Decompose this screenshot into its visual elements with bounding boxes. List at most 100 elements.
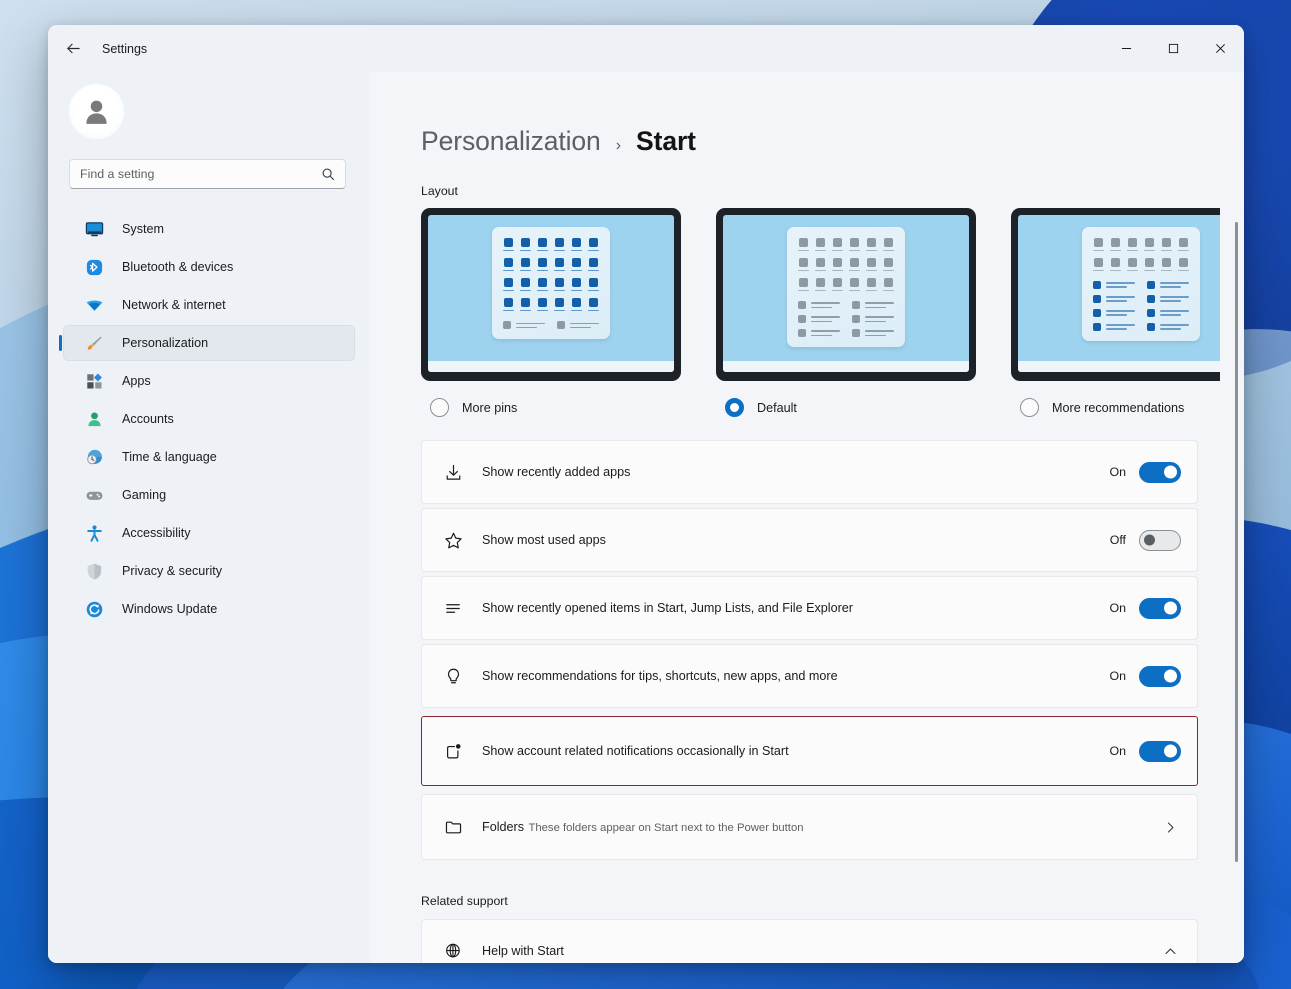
- maximize-button[interactable]: [1150, 25, 1197, 72]
- toggle-switch[interactable]: [1139, 741, 1181, 762]
- folders-title: Folders: [482, 820, 524, 834]
- sidebar-item-gaming[interactable]: Gaming: [63, 477, 355, 513]
- toggle-group[interactable]: Off: [1106, 530, 1181, 551]
- sidebar-item-windows-update[interactable]: Windows Update: [63, 591, 355, 627]
- setting-title: Show recommendations for tips, shortcuts…: [482, 669, 838, 683]
- radio-label: More recommendations: [1052, 401, 1184, 415]
- avatar[interactable]: [69, 84, 124, 139]
- search-box[interactable]: [69, 159, 346, 189]
- layout-option-default[interactable]: Default: [716, 208, 976, 417]
- setting-title: Show recently opened items in Start, Jum…: [482, 601, 853, 615]
- account-person-icon: [81, 406, 107, 432]
- toggle-switch[interactable]: [1139, 462, 1181, 483]
- setting-row-account-notifications[interactable]: Show account related notifications occas…: [421, 716, 1198, 786]
- content-pane: Personalization › Start Layout: [370, 72, 1244, 963]
- sidebar-item-label: Windows Update: [122, 602, 217, 616]
- setting-row-recently-added-apps[interactable]: Show recently added apps On: [421, 440, 1198, 504]
- sidebar-item-label: Personalization: [122, 336, 208, 350]
- layout-radio-more-pins[interactable]: More pins: [421, 398, 681, 417]
- layout-section-label: Layout: [421, 184, 1198, 198]
- layout-preview-monitor[interactable]: [421, 208, 681, 381]
- toggle-state-label: On: [1106, 744, 1126, 758]
- search-input[interactable]: [80, 167, 321, 181]
- settings-window: Settings: [48, 25, 1244, 963]
- content-scroll-area: Personalization › Start Layout: [421, 72, 1220, 963]
- update-refresh-icon: [81, 596, 107, 622]
- radio-button[interactable]: [725, 398, 744, 417]
- window-controls: [1103, 25, 1244, 72]
- star-icon: [440, 527, 466, 553]
- close-button[interactable]: [1197, 25, 1244, 72]
- scrollbar[interactable]: [1235, 192, 1238, 953]
- title-bar: Settings: [48, 25, 1244, 72]
- setting-title: Show recently added apps: [482, 465, 630, 479]
- sidebar-item-label: System: [122, 222, 164, 236]
- sidebar-item-apps[interactable]: Apps: [63, 363, 355, 399]
- wifi-icon: [81, 292, 107, 318]
- toggle-group[interactable]: On: [1106, 462, 1181, 483]
- radio-label: Default: [757, 401, 797, 415]
- sidebar-item-bluetooth-devices[interactable]: Bluetooth & devices: [63, 249, 355, 285]
- accessibility-person-icon: [81, 520, 107, 546]
- setting-row-recommendations[interactable]: Show recommendations for tips, shortcuts…: [421, 644, 1198, 708]
- sidebar-item-label: Network & internet: [122, 298, 226, 312]
- sidebar-item-accounts[interactable]: Accounts: [63, 401, 355, 437]
- sidebar-item-time-language[interactable]: Time & language: [63, 439, 355, 475]
- toggle-state-label: Off: [1106, 533, 1126, 547]
- apps-icon: [81, 368, 107, 394]
- layout-radio-default[interactable]: Default: [716, 398, 976, 417]
- radio-button[interactable]: [1020, 398, 1039, 417]
- maximize-icon: [1168, 43, 1179, 54]
- minimize-icon: [1121, 43, 1132, 54]
- clock-globe-icon: [81, 444, 107, 470]
- toggle-switch[interactable]: [1139, 530, 1181, 551]
- layout-preview-monitor[interactable]: [716, 208, 976, 381]
- sidebar-item-label: Bluetooth & devices: [122, 260, 233, 274]
- shield-icon: [81, 558, 107, 584]
- chevron-right-icon[interactable]: [1164, 821, 1181, 834]
- layout-preview-screen: [428, 215, 674, 372]
- sidebar-item-system[interactable]: System: [63, 211, 355, 247]
- sidebar-item-accessibility[interactable]: Accessibility: [63, 515, 355, 551]
- sidebar-item-personalization[interactable]: Personalization: [63, 325, 355, 361]
- layout-options-row: More pins: [421, 208, 1198, 417]
- pinned-apps-grid: [1093, 238, 1189, 271]
- desktop-wallpaper: Settings: [0, 0, 1291, 989]
- setting-row-most-used-apps[interactable]: Show most used apps Off: [421, 508, 1198, 572]
- close-icon: [1215, 43, 1226, 54]
- layout-option-more-pins[interactable]: More pins: [421, 208, 681, 417]
- list-lines-icon: [440, 595, 466, 621]
- sidebar-item-label: Accessibility: [122, 526, 191, 540]
- layout-preview-monitor[interactable]: [1011, 208, 1220, 381]
- setting-row-recently-opened-items[interactable]: Show recently opened items in Start, Jum…: [421, 576, 1198, 640]
- toggle-group[interactable]: On: [1106, 598, 1181, 619]
- window-body: System Bluetooth & devices: [48, 72, 1244, 963]
- radio-button[interactable]: [430, 398, 449, 417]
- related-support-label: Related support: [421, 894, 1198, 908]
- account-block[interactable]: [63, 72, 355, 150]
- chevron-up-icon[interactable]: [1164, 945, 1181, 958]
- sidebar-item-label: Gaming: [122, 488, 166, 502]
- back-button[interactable]: [56, 32, 90, 66]
- toggle-switch[interactable]: [1139, 598, 1181, 619]
- lightbulb-icon: [440, 663, 466, 689]
- sidebar: System Bluetooth & devices: [48, 72, 370, 963]
- toggle-group[interactable]: On: [1106, 741, 1181, 762]
- breadcrumb-parent[interactable]: Personalization: [421, 126, 601, 157]
- sidebar-nav: System Bluetooth & devices: [63, 211, 355, 627]
- folder-icon: [440, 814, 466, 840]
- sidebar-item-label: Apps: [122, 374, 151, 388]
- layout-radio-more-recommendations[interactable]: More recommendations: [1011, 398, 1220, 417]
- setting-row-folders[interactable]: Folders These folders appear on Start ne…: [421, 794, 1198, 860]
- layout-option-more-recommendations[interactable]: More recommendations: [1011, 208, 1220, 417]
- scrollbar-thumb[interactable]: [1235, 222, 1238, 862]
- setting-row-help-with-start[interactable]: Help with Start: [421, 919, 1198, 963]
- app-title: Settings: [102, 42, 147, 56]
- sidebar-item-privacy-security[interactable]: Privacy & security: [63, 553, 355, 589]
- minimize-button[interactable]: [1103, 25, 1150, 72]
- toggle-switch[interactable]: [1139, 666, 1181, 687]
- chevron-right-icon: ›: [616, 137, 621, 155]
- sidebar-item-network-internet[interactable]: Network & internet: [63, 287, 355, 323]
- toggle-group[interactable]: On: [1106, 666, 1181, 687]
- radio-label: More pins: [462, 401, 517, 415]
